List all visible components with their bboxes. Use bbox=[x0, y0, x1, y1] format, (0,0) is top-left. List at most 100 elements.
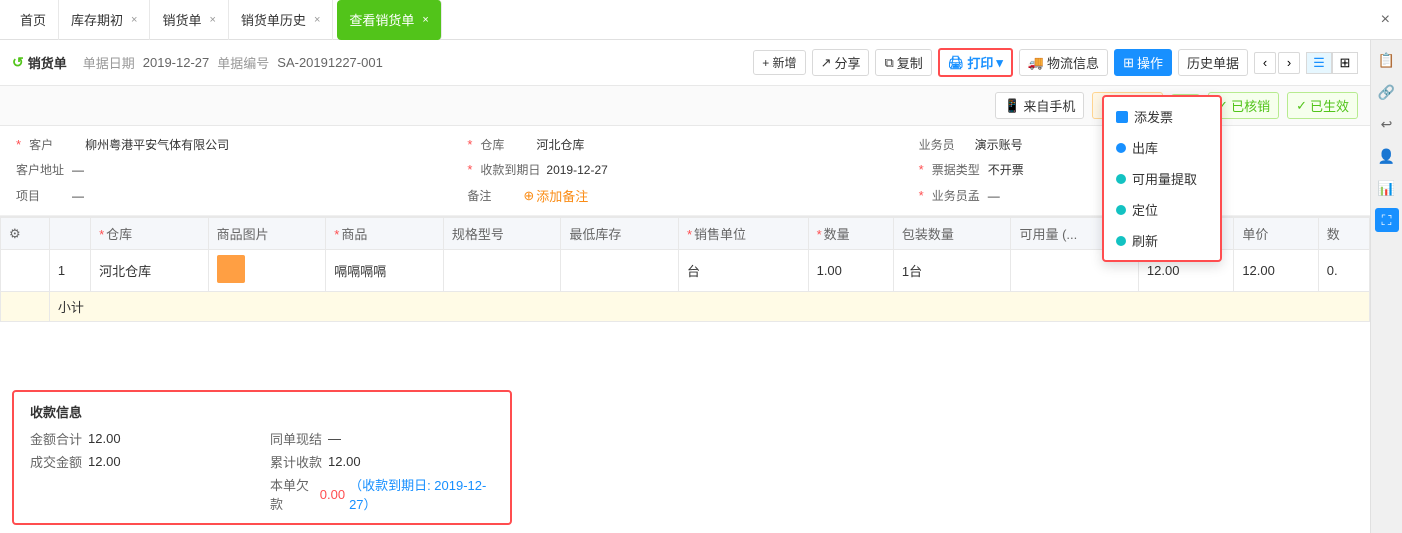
tab-history[interactable]: 销货单历史 × bbox=[229, 0, 333, 40]
share-button[interactable]: ↗ 分享 bbox=[812, 49, 870, 76]
payment-info-grid: 金额合计 12.00 同单现结 — 成交金额 12.00 累计收款 12.00 bbox=[30, 429, 494, 513]
subtotal-row: 小计 bbox=[1, 292, 1370, 322]
tab-home[interactable]: 首页 bbox=[8, 0, 59, 40]
due-payment-value: 0.00 bbox=[320, 487, 345, 502]
right-sidebar: 📋 🔗 ↩ 👤 📊 ⛶ bbox=[1370, 40, 1402, 533]
row-unit-price: 12.00 bbox=[1234, 250, 1318, 292]
row-amount: 0. bbox=[1318, 250, 1369, 292]
customer-field: * 客户 柳州粤港平安气体有限公司 bbox=[16, 136, 451, 153]
tab-history-label: 销货单历史 bbox=[241, 10, 306, 29]
new-button[interactable]: + 新增 bbox=[753, 50, 805, 75]
transaction-value: 12.00 bbox=[88, 454, 121, 469]
doc-meta: 单据日期 2019-12-27 单据编号 SA-20191227-001 bbox=[83, 53, 383, 72]
next-arrow[interactable]: › bbox=[1278, 52, 1300, 74]
sidebar-doc-icon[interactable]: 📋 bbox=[1375, 48, 1399, 72]
note-label: 备注 bbox=[467, 187, 517, 204]
col-settings[interactable]: ⚙ bbox=[1, 218, 50, 250]
col-product: *商品 bbox=[326, 218, 444, 250]
staff-label: 业务员 bbox=[919, 136, 969, 153]
effective-btn[interactable]: ✓ 已生效 bbox=[1287, 92, 1358, 119]
history-label: 历史单据 bbox=[1187, 53, 1239, 72]
address-value: — bbox=[72, 163, 84, 177]
no-label: 单据编号 bbox=[217, 53, 269, 72]
transaction-label: 成交金额 bbox=[30, 452, 82, 471]
list-view-btn[interactable]: ☰ bbox=[1306, 52, 1332, 74]
tab-view-sales-close[interactable]: × bbox=[422, 14, 428, 26]
refresh-label: 刷新 bbox=[1132, 231, 1158, 250]
date-value: 2019-12-27 bbox=[143, 55, 210, 70]
payment-due-label: 收款到期日 bbox=[480, 161, 540, 178]
refresh-item[interactable]: 刷新 bbox=[1104, 225, 1220, 256]
logistics-button[interactable]: 🚚 物流信息 bbox=[1019, 49, 1108, 76]
window-close-icon[interactable]: × bbox=[1381, 11, 1390, 29]
staff2-value: — bbox=[988, 189, 1000, 203]
logistics-label: 物流信息 bbox=[1047, 53, 1099, 72]
copy-label: 复制 bbox=[897, 53, 923, 72]
cumulative-item: 累计收款 12.00 bbox=[270, 452, 494, 471]
row-unit: 台 bbox=[678, 250, 808, 292]
sidebar-user-icon[interactable]: 👤 bbox=[1375, 144, 1399, 168]
add-note-button[interactable]: ⊕ 添加备注 bbox=[523, 186, 588, 205]
address-label: 客户地址 bbox=[16, 161, 66, 178]
add-note-icon: ⊕ bbox=[523, 188, 534, 204]
tab-sales-label: 销货单 bbox=[162, 10, 201, 29]
col-qty: *数量 bbox=[808, 218, 893, 250]
row-no: 1 bbox=[49, 250, 90, 292]
cumulative-label: 累计收款 bbox=[270, 452, 322, 471]
tab-inventory-close[interactable]: × bbox=[131, 14, 137, 26]
sidebar-link-icon[interactable]: 🔗 bbox=[1375, 80, 1399, 104]
row-product: 嗝嗝嗝嗝 bbox=[326, 250, 444, 292]
row-pack-qty: 1台 bbox=[893, 250, 1011, 292]
copy-button[interactable]: ⧉ 复制 bbox=[875, 49, 931, 76]
tab-history-close[interactable]: × bbox=[314, 14, 320, 26]
warehouse-required: * bbox=[467, 137, 472, 152]
operate-label: 操作 bbox=[1137, 53, 1163, 72]
tab-sales-close[interactable]: × bbox=[209, 14, 215, 26]
print-dropdown-icon: ▾ bbox=[996, 55, 1003, 71]
tab-sales[interactable]: 销货单 × bbox=[150, 0, 228, 40]
add-invoice-item[interactable]: 添发票 bbox=[1104, 101, 1220, 132]
ticket-label: 票据类型 bbox=[932, 161, 982, 178]
col-min-stock: 最低库存 bbox=[561, 218, 679, 250]
avail-extract-item[interactable]: 可用量提取 bbox=[1104, 163, 1220, 194]
operate-button[interactable]: ⊞ 操作 bbox=[1114, 49, 1172, 76]
tab-home-label: 首页 bbox=[20, 10, 46, 29]
tab-view-sales[interactable]: 查看销货单 × bbox=[337, 0, 441, 40]
add-invoice-icon bbox=[1116, 111, 1128, 123]
logistics-icon: 🚚 bbox=[1028, 55, 1044, 71]
total-label: 金额合计 bbox=[30, 429, 82, 448]
col-spec: 规格型号 bbox=[443, 218, 561, 250]
subtotal-settings bbox=[1, 292, 50, 322]
date-label: 单据日期 bbox=[83, 53, 135, 72]
row-qty: 1.00 bbox=[808, 250, 893, 292]
prev-arrow[interactable]: ‹ bbox=[1254, 52, 1276, 74]
doc-title: ↺ 销货单 bbox=[12, 53, 67, 72]
locate-item[interactable]: 定位 bbox=[1104, 194, 1220, 225]
total-value: 12.00 bbox=[88, 431, 121, 446]
due-payment-label: 本单欠款 bbox=[270, 475, 316, 513]
from-phone-btn[interactable]: 📱 来自手机 bbox=[995, 92, 1084, 119]
row-warehouse: 河北仓库 bbox=[91, 250, 209, 292]
sidebar-expand-icon[interactable]: ⛶ bbox=[1375, 208, 1399, 232]
col-amount: 数 bbox=[1318, 218, 1369, 250]
customer-value: 柳州粤港平安气体有限公司 bbox=[85, 136, 229, 153]
doc-actions: + 新增 ↗ 分享 ⧉ 复制 🖨 打印 ▾ 🚚 bbox=[753, 48, 1358, 77]
tab-inventory[interactable]: 库存期初 × bbox=[59, 0, 150, 40]
payment-info-title: 收款信息 bbox=[30, 402, 494, 421]
ship-out-label: 出库 bbox=[1132, 138, 1158, 157]
payment-due-field: * 收款到期日 2019-12-27 bbox=[467, 161, 902, 178]
warehouse-label: 仓库 bbox=[480, 136, 530, 153]
ship-out-item[interactable]: 出库 bbox=[1104, 132, 1220, 163]
sidebar-return-icon[interactable]: ↩ bbox=[1375, 112, 1399, 136]
col-warehouse: *仓库 bbox=[91, 218, 209, 250]
customer-required: * bbox=[16, 137, 21, 152]
ticket-required: * bbox=[919, 162, 924, 177]
history-button[interactable]: 历史单据 bbox=[1178, 49, 1248, 76]
phone-icon: 📱 bbox=[1004, 98, 1020, 114]
due-payment-item: 本单欠款 0.00 （收款到期日: 2019-12-27） bbox=[270, 475, 494, 513]
col-pack-qty: 包装数量 bbox=[893, 218, 1011, 250]
sidebar-chart-icon[interactable]: 📊 bbox=[1375, 176, 1399, 200]
print-icon: 🖨 bbox=[948, 55, 965, 71]
print-button[interactable]: 🖨 打印 ▾ bbox=[938, 48, 1013, 77]
grid-view-btn[interactable]: ⊞ bbox=[1332, 52, 1358, 74]
